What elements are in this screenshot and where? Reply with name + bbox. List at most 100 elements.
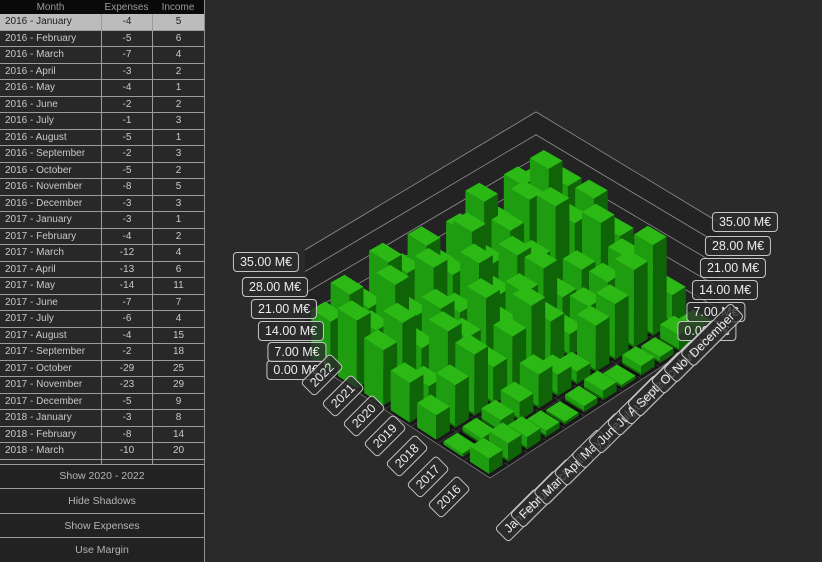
- cell-month: 2016 - June: [5, 98, 58, 110]
- bar-3d[interactable]: [633, 261, 648, 348]
- table-row[interactable]: 2016 - June -2 2: [0, 96, 204, 113]
- cell-month: 2017 - September: [5, 346, 86, 358]
- cell-month: 2016 - August: [5, 131, 67, 143]
- cell-income: 1: [152, 80, 204, 96]
- table-row[interactable]: 2018 - February -8 14: [0, 426, 204, 443]
- cell-income: 4: [152, 245, 204, 261]
- cell-income: 5: [152, 179, 204, 195]
- cell-month: 2017 - March: [5, 247, 64, 259]
- cell-income: 3: [152, 146, 204, 162]
- cell-income: 2: [152, 162, 204, 178]
- show-years-range-button[interactable]: Show 2020 - 2022: [0, 464, 204, 490]
- hide-shadows-button[interactable]: Hide Shadows: [0, 489, 204, 514]
- cell-income: 2: [152, 96, 204, 112]
- use-margin-button[interactable]: Use Margin: [0, 538, 204, 562]
- cell-income: 4: [152, 47, 204, 63]
- cell-expenses: -4: [101, 327, 152, 343]
- cell-income: 9: [152, 393, 204, 409]
- data-table-panel: Month Expenses Income 2016 - January -4 5 2…: [0, 0, 205, 562]
- cell-month: 2018 - January: [5, 412, 72, 424]
- bar-3d[interactable]: [595, 316, 610, 372]
- cell-month: 2017 - December: [5, 395, 83, 407]
- cell-income: 2: [152, 228, 204, 244]
- cell-expenses: -3: [101, 195, 152, 211]
- cell-income: 7: [152, 294, 204, 310]
- cell-month: 2017 - January: [5, 214, 72, 226]
- cell-expenses: -10: [101, 443, 152, 459]
- table-row[interactable]: 2016 - January -4 5: [0, 14, 204, 31]
- table-row[interactable]: 2017 - November -23 29: [0, 377, 204, 394]
- table-row[interactable]: 2016 - August -5 1: [0, 129, 204, 146]
- table-row[interactable]: 2016 - April -3 2: [0, 63, 204, 80]
- bar-3d[interactable]: [652, 236, 667, 336]
- table-row[interactable]: 2017 - December -5 9: [0, 393, 204, 410]
- table-row[interactable]: 2016 - October -5 2: [0, 162, 204, 179]
- cell-expenses: -14: [101, 278, 152, 294]
- cell-income: 25: [152, 360, 204, 376]
- 3d-bar-chart[interactable]: 0.00 M€ 0.00 M€ 7.00 M€ 7.00 M€ 14.00 M€ 14.0…: [205, 0, 822, 562]
- table-row[interactable]: 2016 - December -3 3: [0, 195, 204, 212]
- cell-income: 3: [152, 195, 204, 211]
- cell-expenses: -29: [101, 360, 152, 376]
- table-row[interactable]: 2016 - November -8 5: [0, 179, 204, 196]
- cell-expenses: -2: [101, 146, 152, 162]
- cell-expenses: -3: [101, 63, 152, 79]
- table-row[interactable]: 2017 - August -4 15: [0, 327, 204, 344]
- cell-income: 4: [152, 311, 204, 327]
- cell-expenses: -7: [101, 47, 152, 63]
- cell-expenses: -23: [101, 377, 152, 393]
- table-row[interactable]: 2017 - April -13 6: [0, 261, 204, 278]
- cell-expenses: -6: [101, 311, 152, 327]
- cell-income: 8: [152, 410, 204, 426]
- bar-3d[interactable]: [474, 346, 488, 416]
- column-header-expenses: Expenses: [104, 1, 149, 13]
- cell-expenses: -2: [101, 344, 152, 360]
- 3d-bar-chart-scene[interactable]: [205, 0, 822, 562]
- panel-buttons: Show 2020 - 2022 Hide Shadows Show Expen…: [0, 464, 204, 562]
- cell-month: 2017 - October: [5, 362, 72, 374]
- cell-month: 2016 - November: [5, 181, 83, 193]
- bar-3d[interactable]: [455, 376, 469, 428]
- cell-expenses: -4: [101, 14, 152, 30]
- table-row[interactable]: 2018 - January -3 8: [0, 410, 204, 427]
- cell-month: 2017 - November: [5, 379, 83, 391]
- table-row[interactable]: 2016 - February -5 6: [0, 30, 204, 47]
- cell-expenses: -5: [101, 162, 152, 178]
- table-row[interactable]: 2017 - July -6 4: [0, 311, 204, 328]
- cell-expenses: -5: [101, 393, 152, 409]
- cell-income: 6: [152, 30, 204, 46]
- cell-income: 20: [152, 443, 204, 459]
- cell-month: 2016 - December: [5, 197, 83, 209]
- table-row[interactable]: 2017 - October -29 25: [0, 360, 204, 377]
- cell-month: 2018 - February: [5, 428, 77, 440]
- table-row[interactable]: 2016 - September -2 3: [0, 146, 204, 163]
- bar-3d[interactable]: [614, 295, 629, 360]
- cell-month: 2017 - April: [5, 263, 56, 275]
- table-row[interactable]: 2017 - June -7 7: [0, 294, 204, 311]
- bar-3d[interactable]: [337, 308, 357, 389]
- app-window: Month Expenses Income 2016 - January -4 5 2…: [0, 0, 822, 562]
- cell-expenses: -3: [101, 410, 152, 426]
- show-expenses-button[interactable]: Show Expenses: [0, 513, 204, 539]
- cell-expenses: -7: [101, 294, 152, 310]
- cell-month: 2016 - September: [5, 148, 86, 160]
- table-row[interactable]: 2017 - January -3 1: [0, 212, 204, 229]
- table-row[interactable]: 2018 - March -10 20: [0, 443, 204, 460]
- cell-expenses: -5: [101, 129, 152, 145]
- cell-income: 18: [152, 344, 204, 360]
- cell-income: 5: [152, 14, 204, 30]
- table-row[interactable]: 2017 - May -14 11: [0, 278, 204, 295]
- table-row[interactable]: 2016 - May -4 1: [0, 80, 204, 97]
- table-row[interactable]: 2016 - March -7 4: [0, 47, 204, 64]
- table-row[interactable]: 2017 - March -12 4: [0, 245, 204, 262]
- table-row[interactable]: 2017 - September -2 18: [0, 344, 204, 361]
- cell-expenses: -8: [101, 426, 152, 442]
- table-row[interactable]: 2017 - February -4 2: [0, 228, 204, 245]
- table-row[interactable]: 2016 - July -1 3: [0, 113, 204, 130]
- table-body: 2016 - January -4 5 2016 - February -5 6 2016 …: [0, 14, 204, 460]
- cell-expenses: -13: [101, 261, 152, 277]
- cell-expenses: -12: [101, 245, 152, 261]
- cell-income: 14: [152, 426, 204, 442]
- cell-month: 2016 - April: [5, 65, 56, 77]
- cell-income: 11: [152, 278, 204, 294]
